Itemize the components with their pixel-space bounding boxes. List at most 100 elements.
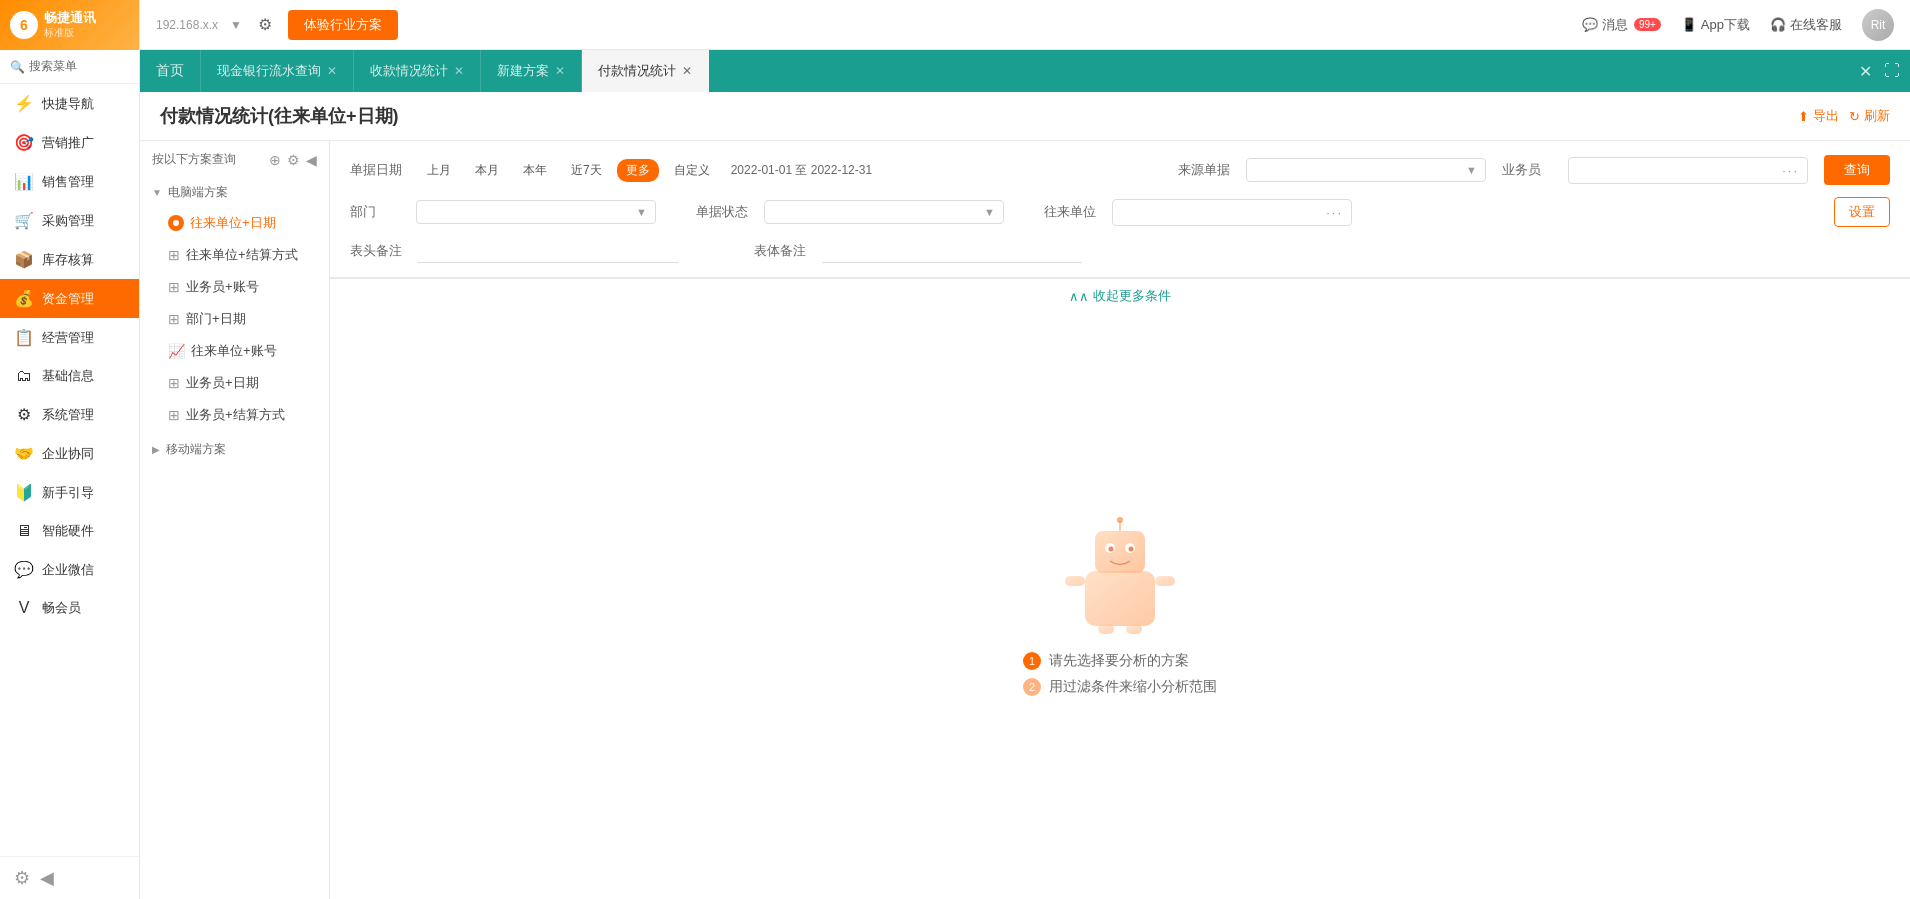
add-plan-icon[interactable]: ⊕ xyxy=(269,152,281,168)
messages-btn[interactable]: 💬 消息 99+ xyxy=(1582,16,1661,34)
collapse-filter-button[interactable]: ∧∧ 收起更多条件 xyxy=(330,278,1910,313)
tab-payment-stats[interactable]: 付款情况统计 ✕ xyxy=(582,50,709,92)
header-note-input[interactable] xyxy=(418,239,678,263)
tab-receipts[interactable]: 收款情况统计 ✕ xyxy=(354,50,481,92)
tab-home[interactable]: 首页 xyxy=(140,50,201,92)
new-plan-tab-close-icon[interactable]: ✕ xyxy=(555,64,565,78)
doc-status-select[interactable]: ▼ xyxy=(764,200,1004,224)
online-service-btn[interactable]: 🎧 在线客服 xyxy=(1770,16,1842,34)
topbar-gear-icon[interactable]: ⚙ xyxy=(258,15,272,34)
panel-item-dept-date[interactable]: ⊞ 部门+日期 xyxy=(140,303,329,335)
sidebar-item-hardware[interactable]: 🖥 智能硬件 xyxy=(0,512,139,550)
body-note-label: 表体备注 xyxy=(754,242,806,260)
date-range-display: 2022-01-01 至 2022-12-31 xyxy=(731,162,872,179)
sidebar-item-basic-info[interactable]: 🗂 基础信息 xyxy=(0,357,139,395)
chart-icon-1: 📈 xyxy=(168,343,185,359)
sidebar-item-inventory[interactable]: 📦 库存核算 xyxy=(0,240,139,279)
finance-icon: 💰 xyxy=(14,289,34,308)
svg-rect-0 xyxy=(1085,571,1155,626)
app-download-btn[interactable]: 📱 App下载 xyxy=(1681,16,1750,34)
unit-date-radio-inner xyxy=(173,220,179,226)
home-tab-label: 首页 xyxy=(156,62,184,80)
refresh-label: 刷新 xyxy=(1864,107,1890,125)
source-select[interactable]: ▼ xyxy=(1246,158,1486,182)
sidebar-item-quick-nav[interactable]: ⚡ 快捷导航 xyxy=(0,84,139,123)
receipts-tab-label: 收款情况统计 xyxy=(370,62,448,80)
desktop-section-arrow-icon: ▼ xyxy=(152,187,162,198)
staff-filter-label: 业务员 xyxy=(1502,161,1552,179)
left-panel: 按以下方案查询 ⊕ ⚙ ◀ ▼ 电脑端方案 xyxy=(140,141,330,899)
receipts-tab-close-icon[interactable]: ✕ xyxy=(454,64,464,78)
page-header: 付款情况统计(往来单位+日期) ⬆ 导出 ↻ 刷新 xyxy=(140,92,1910,141)
trial-industry-button[interactable]: 体验行业方案 xyxy=(288,10,398,40)
enterprise-icon: 🤝 xyxy=(14,444,34,463)
sidebar-item-weixin[interactable]: 💬 企业微信 xyxy=(0,550,139,589)
panel-item-unit-settle[interactable]: ⊞ 往来单位+结算方式 xyxy=(140,239,329,271)
content-area: 按以下方案查询 ⊕ ⚙ ◀ ▼ 电脑端方案 xyxy=(140,141,1910,899)
collapse-sidebar-icon[interactable]: ◀ xyxy=(40,867,54,889)
staff-select[interactable]: ··· xyxy=(1568,157,1808,184)
panel-item-label: 业务员+账号 xyxy=(186,278,259,296)
search-menu[interactable]: 🔍 搜索菜单 xyxy=(0,50,139,84)
sidebar-item-enterprise[interactable]: 🤝 企业协同 xyxy=(0,434,139,473)
svg-point-4 xyxy=(1109,547,1114,552)
query-button[interactable]: 查询 xyxy=(1824,155,1890,185)
settings-footer-icon[interactable]: ⚙ xyxy=(14,867,30,889)
desktop-section-header[interactable]: ▼ 电脑端方案 xyxy=(140,178,329,207)
sidebar-item-operations[interactable]: 📋 经营管理 xyxy=(0,318,139,357)
panel-item-staff-acct[interactable]: ⊞ 业务员+账号 xyxy=(140,271,329,303)
cash-flow-tab-close-icon[interactable]: ✕ xyxy=(327,64,337,78)
unit-select[interactable]: ··· xyxy=(1112,199,1352,226)
table-icon-5: ⊞ xyxy=(168,407,180,423)
tabbar-right-actions: ✕ ⛶ xyxy=(1849,50,1910,92)
date-last-month-btn[interactable]: 上月 xyxy=(418,158,460,183)
dept-select[interactable]: ▼ xyxy=(416,200,656,224)
operations-icon: 📋 xyxy=(14,328,34,347)
manage-plan-icon[interactable]: ⚙ xyxy=(287,152,300,168)
date-more-btn[interactable]: 更多 xyxy=(617,159,659,182)
sidebar-item-guide[interactable]: 🔰 新手引导 xyxy=(0,473,139,512)
date-7days-btn[interactable]: 近7天 xyxy=(562,158,611,183)
guide-icon: 🔰 xyxy=(14,483,34,502)
panel-item-unit-date[interactable]: 往来单位+日期 xyxy=(140,207,329,239)
panel-item-staff-date[interactable]: ⊞ 业务员+日期 xyxy=(140,367,329,399)
sidebar-item-purchase[interactable]: 🛒 采购管理 xyxy=(0,201,139,240)
date-custom-btn[interactable]: 自定义 xyxy=(665,158,719,183)
message-icon: 💬 xyxy=(1582,17,1598,32)
sidebar-item-vip[interactable]: V 畅会员 xyxy=(0,589,139,627)
sidebar-item-sales[interactable]: 📊 销售管理 xyxy=(0,162,139,201)
mobile-section-header[interactable]: ▶ 移动端方案 xyxy=(140,435,329,464)
tip-number-2: 2 xyxy=(1023,678,1041,696)
sidebar-item-marketing[interactable]: 🎯 营销推广 xyxy=(0,123,139,162)
svg-rect-7 xyxy=(1155,576,1175,586)
date-this-month-btn[interactable]: 本月 xyxy=(466,158,508,183)
tab-cash-flow[interactable]: 现金银行流水查询 ✕ xyxy=(201,50,354,92)
export-button[interactable]: ⬆ 导出 xyxy=(1798,107,1839,125)
collapse-panel-icon[interactable]: ◀ xyxy=(306,152,317,168)
panel-item-unit-acct[interactable]: 📈 往来单位+账号 xyxy=(140,335,329,367)
sidebar-item-sys-mgmt[interactable]: ⚙ 系统管理 xyxy=(0,395,139,434)
body-note-input[interactable] xyxy=(822,239,1082,263)
unit-dots[interactable]: ··· xyxy=(1326,205,1343,220)
mobile-section: ▶ 移动端方案 xyxy=(140,435,329,464)
brand-wrap: 畅捷通讯 标准版 xyxy=(44,10,96,40)
app-download-label: App下载 xyxy=(1701,16,1750,34)
unit-filter-label: 往来单位 xyxy=(1044,203,1096,221)
date-this-year-btn[interactable]: 本年 xyxy=(514,158,556,183)
payment-stats-tab-label: 付款情况统计 xyxy=(598,62,676,80)
empty-state: 1 请先选择要分析的方案 2 用过滤条件来缩小分析范围 xyxy=(330,313,1910,899)
close-all-tabs-icon[interactable]: ✕ xyxy=(1859,62,1872,81)
panel-item-staff-settle[interactable]: ⊞ 业务员+结算方式 xyxy=(140,399,329,431)
sidebar-item-finance[interactable]: 💰 资金管理 xyxy=(0,279,139,318)
sidebar-item-label: 企业协同 xyxy=(42,445,94,463)
settings-button[interactable]: 设置 xyxy=(1834,197,1890,227)
sidebar-item-label: 基础信息 xyxy=(42,367,94,385)
refresh-button[interactable]: ↻ 刷新 xyxy=(1849,107,1890,125)
expand-tab-icon[interactable]: ⛶ xyxy=(1884,62,1900,80)
avatar[interactable]: Rit xyxy=(1862,9,1894,41)
tab-new-plan[interactable]: 新建方案 ✕ xyxy=(481,50,582,92)
payment-stats-tab-close-icon[interactable]: ✕ xyxy=(682,64,692,78)
left-panel-header: 按以下方案查询 ⊕ ⚙ ◀ xyxy=(140,141,329,178)
export-label: 导出 xyxy=(1813,107,1839,125)
staff-dots[interactable]: ··· xyxy=(1782,163,1799,178)
